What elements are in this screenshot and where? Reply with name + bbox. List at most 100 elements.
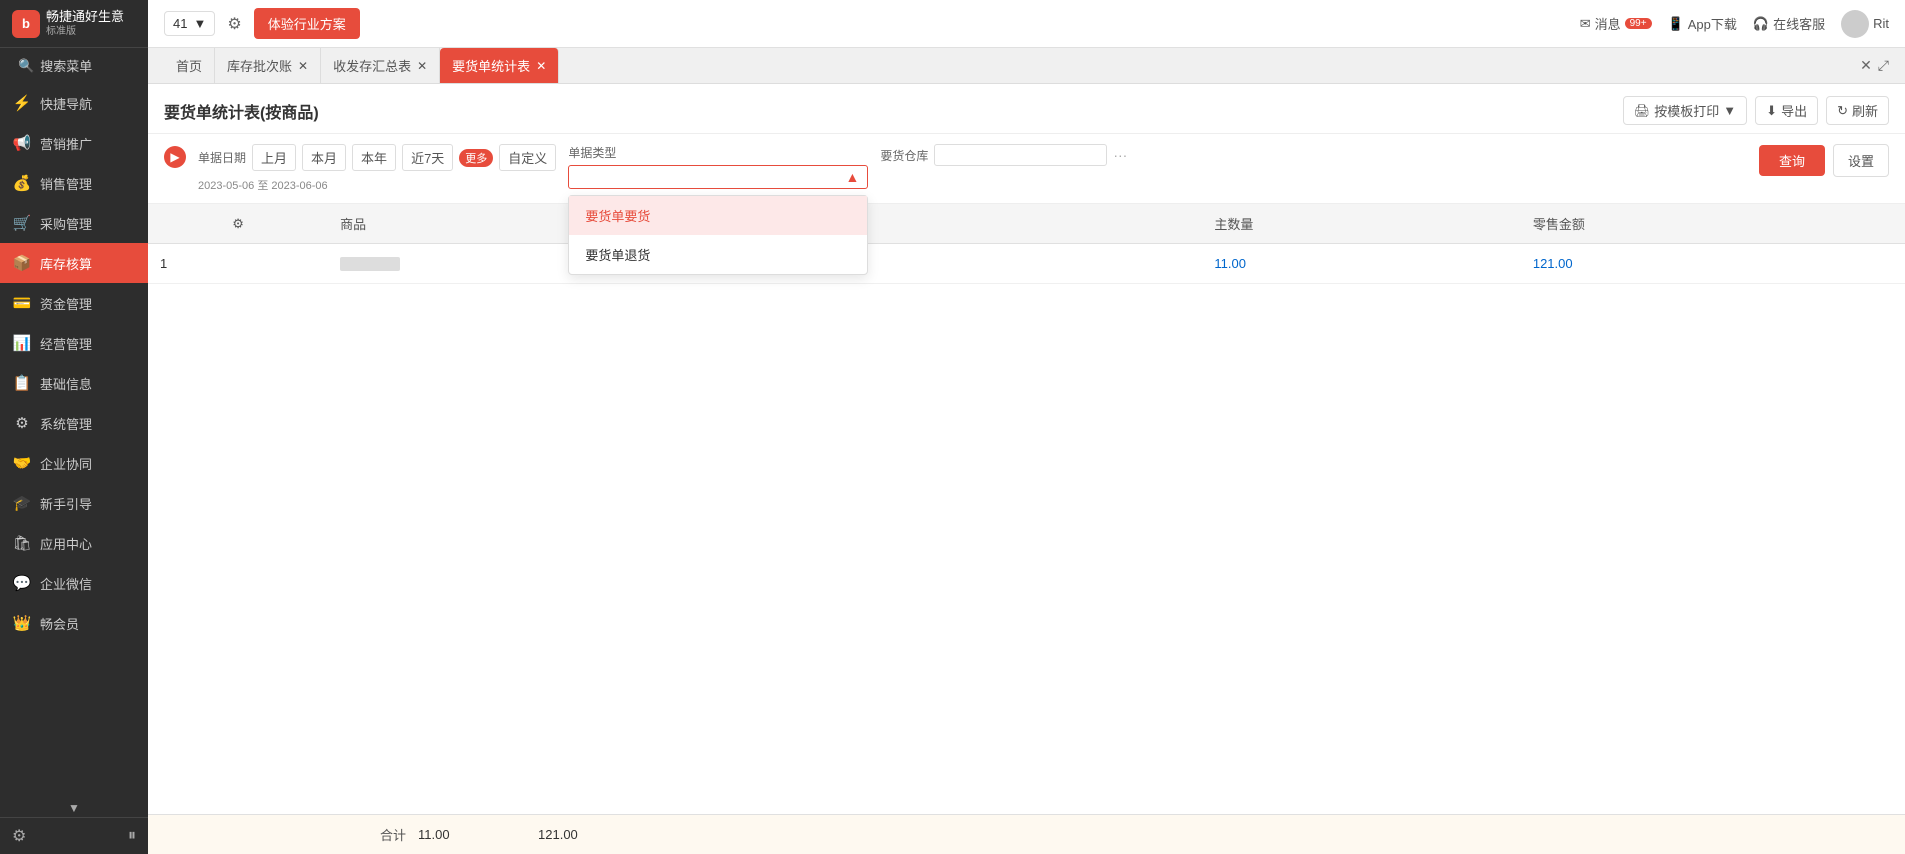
sidebar-item-marketing[interactable]: 📢 营销推广: [0, 123, 148, 163]
sidebar-item-operation[interactable]: 📊 经营管理: [0, 323, 148, 363]
refresh-btn[interactable]: ↻ 刷新: [1826, 96, 1889, 125]
message-icon: ✉: [1580, 16, 1591, 32]
scroll-down-arrow[interactable]: ▼: [68, 801, 80, 815]
online-service-item[interactable]: 🎧 在线客服: [1753, 14, 1825, 33]
tabs-bar: 首页 库存批次账 ✕ 收发存汇总表 ✕ 要货单统计表 ✕ ✕ ⤢: [148, 48, 1905, 84]
trial-btn[interactable]: 体验行业方案: [254, 8, 360, 39]
tab-end-controls: ✕ ⤢: [1860, 57, 1889, 74]
pause-icon[interactable]: ⏸: [128, 827, 136, 845]
type-input[interactable]: [577, 170, 845, 185]
sidebar-item-finance[interactable]: 💳 资金管理: [0, 283, 148, 323]
sidebar-item-inventory[interactable]: 📦 库存核算: [0, 243, 148, 283]
page-header: 要货单统计表(按商品) 🖨 按模板打印 ▼ ⬇ 导出 ↻ 刷新: [148, 84, 1905, 134]
print-template-btn[interactable]: 🖨 按模板打印 ▼: [1623, 96, 1747, 125]
dropdown-item-order-return[interactable]: 要货单退货: [569, 235, 867, 274]
sidebar-item-system[interactable]: ⚙ 系统管理: [0, 403, 148, 443]
type-dropdown-menu: 要货单要货 要货单退货: [568, 195, 868, 275]
row-index: 1: [148, 244, 328, 284]
sidebar-item-wechat[interactable]: 💬 企业微信: [0, 563, 148, 603]
operation-icon: 📊: [12, 333, 32, 353]
sidebar-item-enterprise[interactable]: 🤝 企业协同: [0, 443, 148, 483]
print-icon: 🖨: [1634, 103, 1651, 119]
date-custom-btn[interactable]: 自定义: [499, 144, 556, 171]
type-dropdown-wrapper: ▲ 要货单要货 要货单退货: [568, 165, 868, 189]
store-selector[interactable]: 41 ▼: [164, 11, 215, 36]
tab-expand-icon[interactable]: ⤢: [1878, 57, 1889, 74]
message-item[interactable]: ✉ 消息 99+: [1580, 14, 1652, 33]
sidebar-item-basic[interactable]: 📋 基础信息: [0, 363, 148, 403]
sidebar-item-quick-nav[interactable]: ⚡ 快捷导航: [0, 83, 148, 123]
export-btn[interactable]: ⬇ 导出: [1755, 96, 1818, 125]
page-actions: 🖨 按模板打印 ▼ ⬇ 导出 ↻ 刷新: [1623, 96, 1889, 125]
page-title: 要货单统计表(按商品): [164, 99, 319, 123]
date-btn-last-month[interactable]: 上月: [252, 144, 296, 171]
inventory-icon: 📦: [12, 253, 32, 273]
page: 要货单统计表(按商品) 🖨 按模板打印 ▼ ⬇ 导出 ↻ 刷新 ▶: [148, 84, 1905, 854]
settings-icon[interactable]: ⚙: [12, 826, 26, 846]
tab-close-order[interactable]: ✕: [536, 59, 546, 73]
warehouse-more-icon[interactable]: ···: [1113, 147, 1127, 163]
purchase-icon: 🛒: [12, 213, 32, 233]
date-btn-this-year[interactable]: 本年: [352, 144, 396, 171]
filter-actions: 查询 设置: [1759, 144, 1889, 177]
store-dropdown-icon: ▼: [193, 16, 206, 31]
col-settings[interactable]: ⚙: [148, 204, 328, 244]
tab-order-summary[interactable]: 要货单统计表 ✕: [440, 48, 559, 83]
app-download-item[interactable]: 📱 App下载: [1668, 14, 1737, 33]
dropdown-item-order-purchase[interactable]: 要货单要货: [569, 196, 867, 235]
appstore-icon: 🛍: [12, 533, 32, 553]
warehouse-input[interactable]: [934, 144, 1107, 166]
tab-close-all-icon[interactable]: ✕: [1860, 57, 1872, 74]
sidebar-item-member[interactable]: 👑 畅会员: [0, 603, 148, 643]
quick-nav-icon: ⚡: [12, 93, 32, 113]
tab-close-collection[interactable]: ✕: [417, 59, 427, 73]
date-btn-last-7-days[interactable]: 近7天: [402, 144, 453, 171]
row-amount[interactable]: 121.00: [1521, 244, 1905, 284]
date-more-tag[interactable]: 更多: [459, 149, 493, 167]
sidebar-bottom: ⚙ ⏸: [0, 817, 148, 854]
type-chevron-up-icon[interactable]: ▲: [845, 169, 859, 185]
query-btn[interactable]: 查询: [1759, 145, 1825, 176]
filter-bar: ▶ 单据日期 上月 本月 本年 近7天: [148, 134, 1905, 204]
tab-close-batch-account[interactable]: ✕: [298, 59, 308, 73]
type-input-row[interactable]: ▲: [568, 165, 868, 189]
warehouse-label: 要货仓库: [880, 147, 928, 164]
date-label: 单据日期: [198, 149, 246, 166]
avatar: [1841, 10, 1869, 38]
topbar-gear-icon[interactable]: ⚙: [227, 14, 241, 34]
tab-batch-account[interactable]: 库存批次账 ✕: [215, 48, 321, 83]
col-quantity: 主数量: [1202, 204, 1520, 244]
sidebar-item-sales[interactable]: 💰 销售管理: [0, 163, 148, 203]
search-icon: 🔍: [18, 58, 34, 74]
tab-collection-summary[interactable]: 收发存汇总表 ✕: [321, 48, 440, 83]
system-icon: ⚙: [12, 413, 32, 433]
print-chevron-icon: ▼: [1723, 103, 1736, 118]
main-content: 41 ▼ ⚙ 体验行业方案 ✉ 消息 99+ 📱 App下载 🎧 在线客服 R: [148, 0, 1905, 854]
sidebar-item-guide[interactable]: 🎓 新手引导: [0, 483, 148, 523]
guide-icon: 🎓: [12, 493, 32, 513]
table-footer: 合计 11.00 121.00: [148, 814, 1905, 854]
expand-filter-btn[interactable]: ▶: [164, 146, 186, 168]
tab-home[interactable]: 首页: [164, 48, 215, 83]
service-icon: 🎧: [1753, 16, 1769, 32]
app-icon: 📱: [1668, 16, 1684, 32]
sidebar-logo: b 畅捷通好生意 标准版: [0, 0, 148, 48]
basic-icon: 📋: [12, 373, 32, 393]
row-quantity[interactable]: 11.00: [1202, 244, 1520, 284]
date-btn-this-month[interactable]: 本月: [302, 144, 346, 171]
type-selector-group: 单据类型 ▲ 要货单要货 要货单退货: [568, 144, 868, 189]
table-body: 1 块 11.00 121.00: [148, 244, 1905, 284]
table-row: 1 块 11.00 121.00: [148, 244, 1905, 284]
sidebar-scroll-down[interactable]: ▼: [0, 799, 148, 817]
product-placeholder: [340, 257, 400, 271]
logo-icon: b: [12, 10, 40, 38]
sidebar-search[interactable]: 🔍 搜索菜单: [0, 48, 148, 83]
enterprise-icon: 🤝: [12, 453, 32, 473]
type-label: 单据类型: [568, 144, 868, 161]
topbar: 41 ▼ ⚙ 体验行业方案 ✉ 消息 99+ 📱 App下载 🎧 在线客服 R: [148, 0, 1905, 48]
date-filter-row: 单据日期 上月 本月 本年 近7天 更多 自定义: [198, 144, 556, 171]
sidebar-item-purchase[interactable]: 🛒 采购管理: [0, 203, 148, 243]
sidebar-item-appstore[interactable]: 🛍 应用中心: [0, 523, 148, 563]
settings-filter-btn[interactable]: 设置: [1833, 144, 1889, 177]
user-avatar-item[interactable]: Rit: [1841, 10, 1889, 38]
